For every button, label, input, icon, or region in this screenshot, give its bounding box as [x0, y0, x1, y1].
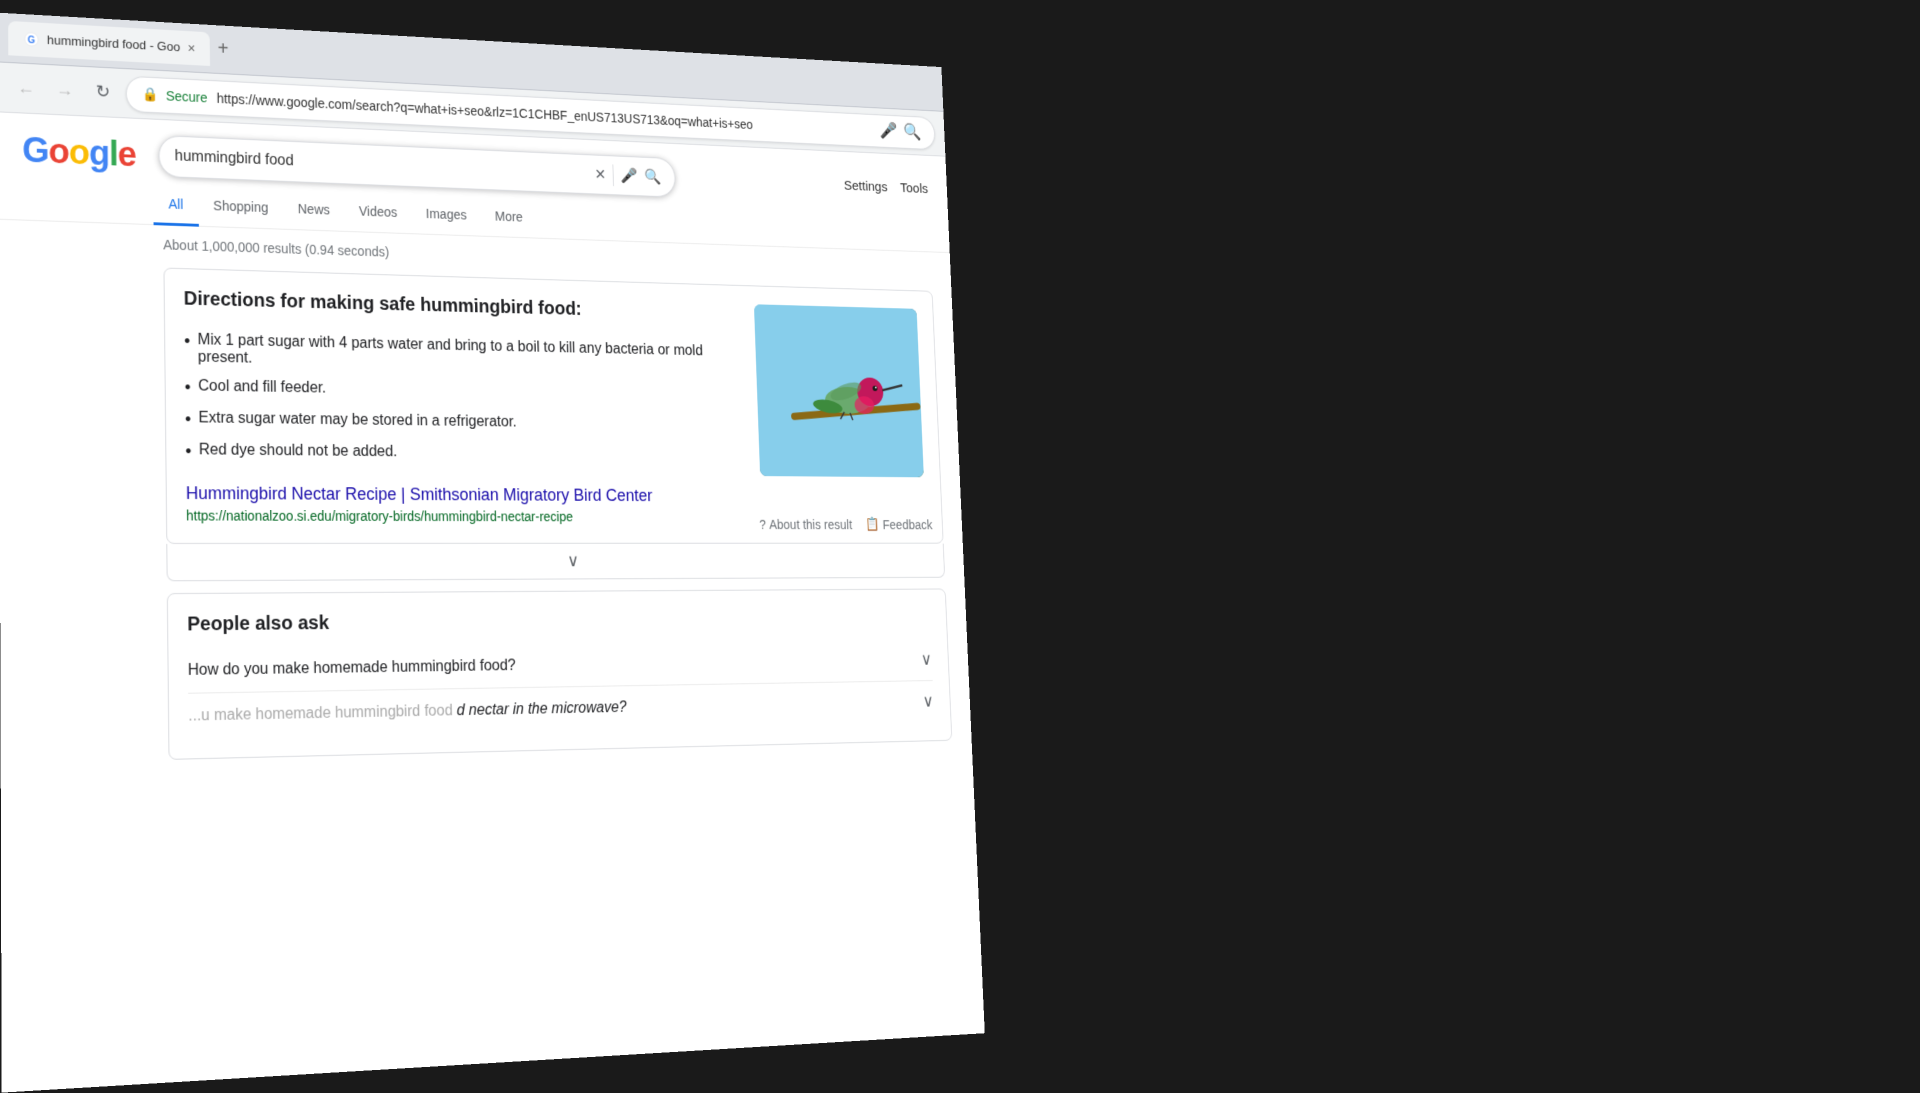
browser-window: G hummingbird food - Goo × + ← → ↻ 🔒 Sec… [0, 13, 985, 1093]
tab-images[interactable]: Images [411, 194, 481, 236]
about-result-button[interactable]: ? About this result [759, 517, 852, 532]
google-search-icon[interactable]: 🔍 [644, 168, 661, 187]
tab-title: hummingbird food - Goo [47, 33, 180, 54]
tab-videos[interactable]: Videos [344, 192, 412, 235]
hummingbird-svg [754, 304, 924, 477]
back-button[interactable]: ← [10, 72, 41, 104]
snippet-content: Directions for making safe hummingbird f… [184, 288, 749, 524]
secure-label: Secure [166, 88, 208, 105]
paa-title: People also ask [187, 608, 930, 637]
paa-question-2: ...u make homemade hummingbird food d ne… [188, 699, 627, 725]
logo-g2: g [89, 133, 109, 173]
active-tab[interactable]: G hummingbird food - Goo × [8, 20, 210, 65]
expand-chevron-icon: ∨ [567, 551, 579, 570]
feedback-button[interactable]: 📋 Feedback [865, 517, 933, 532]
google-logo: Google [22, 130, 136, 175]
search-clear-icon[interactable]: ✕ [594, 165, 606, 184]
question-circle-icon: ? [759, 517, 766, 532]
snippet-source-link[interactable]: Hummingbird Nectar Recipe | Smithsonian … [186, 483, 748, 506]
reload-icon: ↻ [96, 82, 111, 103]
voice-search-icon[interactable]: 🎤 [620, 167, 637, 186]
back-icon: ← [17, 78, 35, 99]
logo-g1: G [22, 130, 48, 171]
snippet-directions-list: Mix 1 part sugar with 4 parts water and … [184, 326, 747, 473]
secure-lock-icon: 🔒 [142, 86, 159, 103]
paa-chevron-1-icon: ∨ [921, 650, 932, 669]
reload-button[interactable]: ↻ [87, 76, 118, 108]
divider [613, 164, 615, 186]
direction-4: Red dye should not be added. [185, 436, 746, 473]
logo-o2: o [69, 132, 89, 172]
search-icon[interactable]: 🔍 [903, 123, 922, 142]
svg-text:G: G [28, 35, 36, 46]
settings-link[interactable]: Settings [844, 178, 888, 195]
paa-question-1: How do you make homemade hummingbird foo… [188, 657, 516, 679]
tab-news[interactable]: News [283, 189, 345, 232]
tools-link[interactable]: Tools [900, 180, 928, 196]
feedback-icon: 📋 [865, 517, 880, 532]
main-content-area: About 1,000,000 results (0.94 seconds) D… [0, 220, 972, 764]
forward-icon: → [56, 80, 73, 101]
logo-o1: o [48, 131, 69, 171]
tab-all[interactable]: All [153, 184, 198, 227]
google-favicon-icon: G [24, 31, 40, 47]
forward-button[interactable]: → [49, 74, 80, 106]
snippet-actions: ? About this result 📋 Feedback [759, 516, 933, 532]
snippet-hummingbird-image [754, 304, 924, 477]
paa-chevron-2-icon: ∨ [922, 692, 934, 711]
snippet-source-url: https://nationalzoo.si.edu/migratory-bir… [186, 508, 748, 525]
logo-l: l [109, 134, 118, 173]
google-search-page: Google hummingbird food ✕ 🎤 🔍 Settings T… [0, 112, 985, 1092]
tab-more[interactable]: More [480, 197, 537, 239]
new-tab-button[interactable]: + [210, 34, 236, 64]
people-also-ask-section: People also ask How do you make homemade… [167, 589, 952, 760]
logo-e: e [118, 134, 136, 174]
header-right: Settings Tools [844, 178, 929, 196]
featured-snippet: Directions for making safe hummingbird f… [163, 268, 943, 544]
snippet-expand-area[interactable]: ∨ [166, 544, 945, 582]
tab-shopping[interactable]: Shopping [198, 186, 283, 230]
microphone-icon[interactable]: 🎤 [879, 121, 898, 140]
tab-close-button[interactable]: × [188, 40, 196, 55]
search-query-text: hummingbird food [175, 148, 595, 183]
snippet-title: Directions for making safe hummingbird f… [184, 288, 742, 324]
